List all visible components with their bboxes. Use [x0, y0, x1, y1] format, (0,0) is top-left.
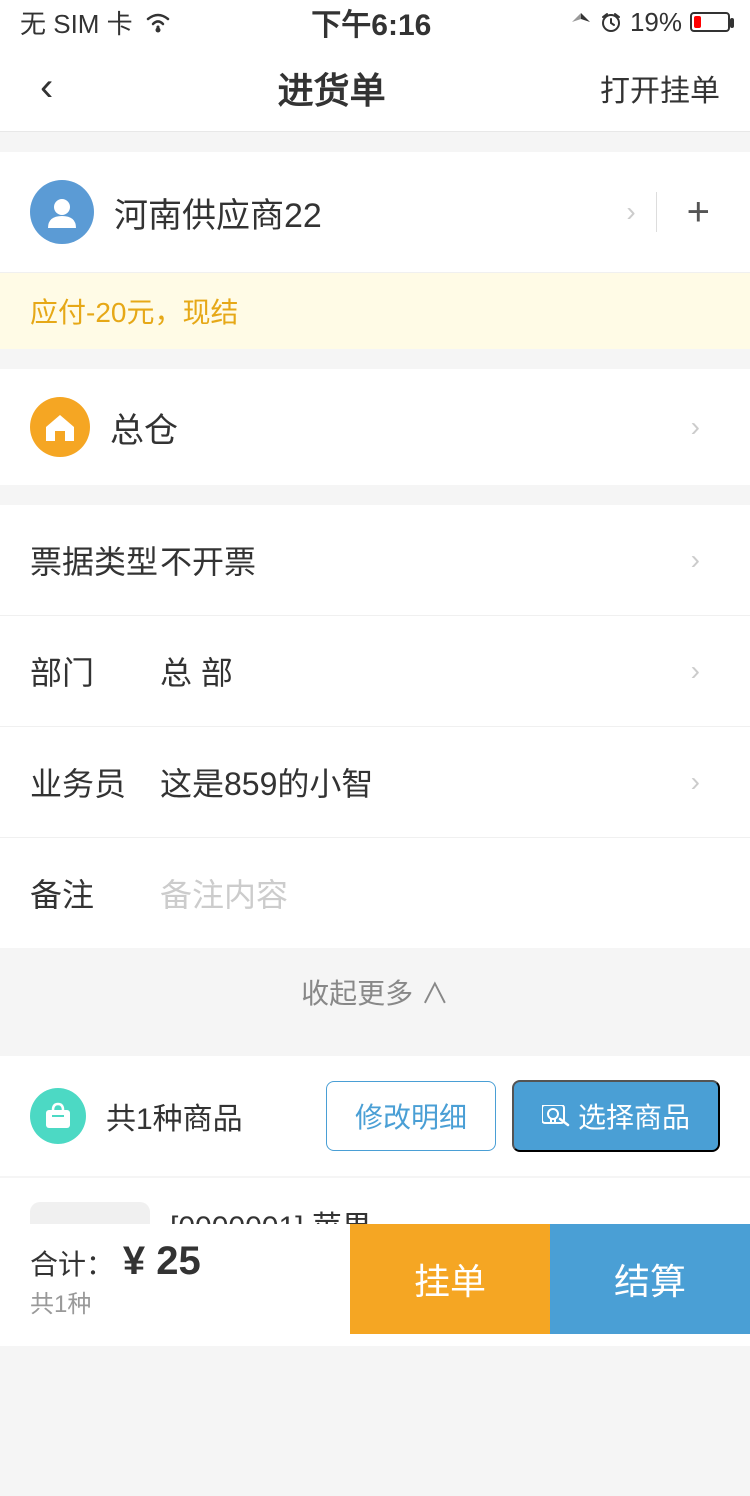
- open-hold-button[interactable]: 打开挂单: [600, 66, 720, 110]
- status-bar: 无 SIM 卡 下午6:16 19%: [0, 0, 750, 44]
- invoice-type-label: 票据类型: [30, 537, 160, 583]
- warehouse-name: 总仓: [110, 403, 691, 452]
- wifi-icon: [143, 11, 173, 33]
- location-icon: [570, 11, 592, 33]
- warehouse-icon: [30, 397, 90, 457]
- battery-icon: [690, 12, 730, 32]
- salesperson-chevron-icon: ›: [691, 766, 700, 798]
- divider: [656, 192, 657, 232]
- department-row[interactable]: 部门 总 部 ›: [0, 616, 750, 727]
- select-product-icon: [542, 1105, 570, 1127]
- form-section: 票据类型 不开票 › 部门 总 部 › 业务员 这是859的小智 › 备注 备注…: [0, 505, 750, 948]
- supplier-avatar: [30, 180, 94, 244]
- section-gap-3: [0, 485, 750, 505]
- salesperson-row[interactable]: 业务员 这是859的小智 ›: [0, 727, 750, 838]
- supplier-notice: 应付-20元，现结: [0, 273, 750, 349]
- product-icon: [30, 1088, 86, 1144]
- remark-label: 备注: [30, 870, 160, 916]
- supplier-row[interactable]: 河南供应商22 › +: [0, 152, 750, 273]
- remark-row[interactable]: 备注 备注内容: [0, 838, 750, 948]
- edit-details-button[interactable]: 修改明细: [326, 1081, 496, 1151]
- supplier-section: 河南供应商22 › + 应付-20元，现结: [0, 152, 750, 349]
- status-bar-time: 下午6:16: [311, 0, 431, 44]
- department-label: 部门: [30, 648, 160, 694]
- checkout-button[interactable]: 结算: [550, 1224, 750, 1334]
- product-count: 共1种商品: [106, 1094, 326, 1138]
- bottom-spacer: [0, 1346, 750, 1386]
- alarm-icon: [600, 11, 622, 33]
- warehouse-row[interactable]: 总仓 ›: [0, 369, 750, 485]
- salesperson-value: 这是859的小智: [160, 759, 691, 805]
- warehouse-chevron-icon: ›: [691, 411, 700, 443]
- remark-input[interactable]: 备注内容: [160, 870, 720, 916]
- carrier-label: 无 SIM 卡: [20, 4, 133, 41]
- warehouse-section: 总仓 ›: [0, 369, 750, 485]
- invoice-type-value: 不开票: [160, 537, 691, 583]
- section-gap-2: [0, 349, 750, 369]
- department-chevron-icon: ›: [691, 655, 700, 687]
- battery-label: 19%: [630, 7, 682, 38]
- salesperson-label: 业务员: [30, 759, 160, 805]
- status-bar-right: 19%: [570, 7, 730, 38]
- avatar-icon: [42, 192, 82, 232]
- total-count: 共1种: [30, 1284, 320, 1319]
- page-title: 进货单: [278, 62, 386, 114]
- bag-icon: [42, 1100, 74, 1132]
- section-gap-1: [0, 132, 750, 152]
- house-icon: [42, 409, 78, 445]
- collapse-label: 收起更多 ∧: [301, 972, 449, 1012]
- invoice-type-chevron-icon: ›: [691, 544, 700, 576]
- add-supplier-button[interactable]: +: [677, 190, 720, 235]
- invoice-type-row[interactable]: 票据类型 不开票 ›: [0, 505, 750, 616]
- department-value: 总 部: [160, 648, 691, 694]
- select-product-label: 选择商品: [578, 1096, 690, 1136]
- nav-bar: ‹ 进货单 打开挂单: [0, 44, 750, 132]
- supplier-chevron-icon: ›: [626, 196, 635, 228]
- total-label: 合计：: [30, 1249, 114, 1280]
- status-bar-left: 无 SIM 卡: [20, 4, 173, 41]
- total-section: 合计： ¥ 25 共1种: [0, 1239, 350, 1319]
- supplier-name: 河南供应商22: [114, 188, 626, 237]
- back-button[interactable]: ‹: [30, 55, 63, 120]
- select-product-button[interactable]: 选择商品: [512, 1080, 720, 1152]
- hold-button[interactable]: 挂单: [350, 1224, 550, 1334]
- product-header: 共1种商品 修改明细 选择商品: [0, 1056, 750, 1176]
- bottom-bar: 合计： ¥ 25 共1种 挂单 结算: [0, 1224, 750, 1334]
- collapse-button[interactable]: 收起更多 ∧: [0, 948, 750, 1036]
- total-amount: ¥ 25: [123, 1239, 201, 1283]
